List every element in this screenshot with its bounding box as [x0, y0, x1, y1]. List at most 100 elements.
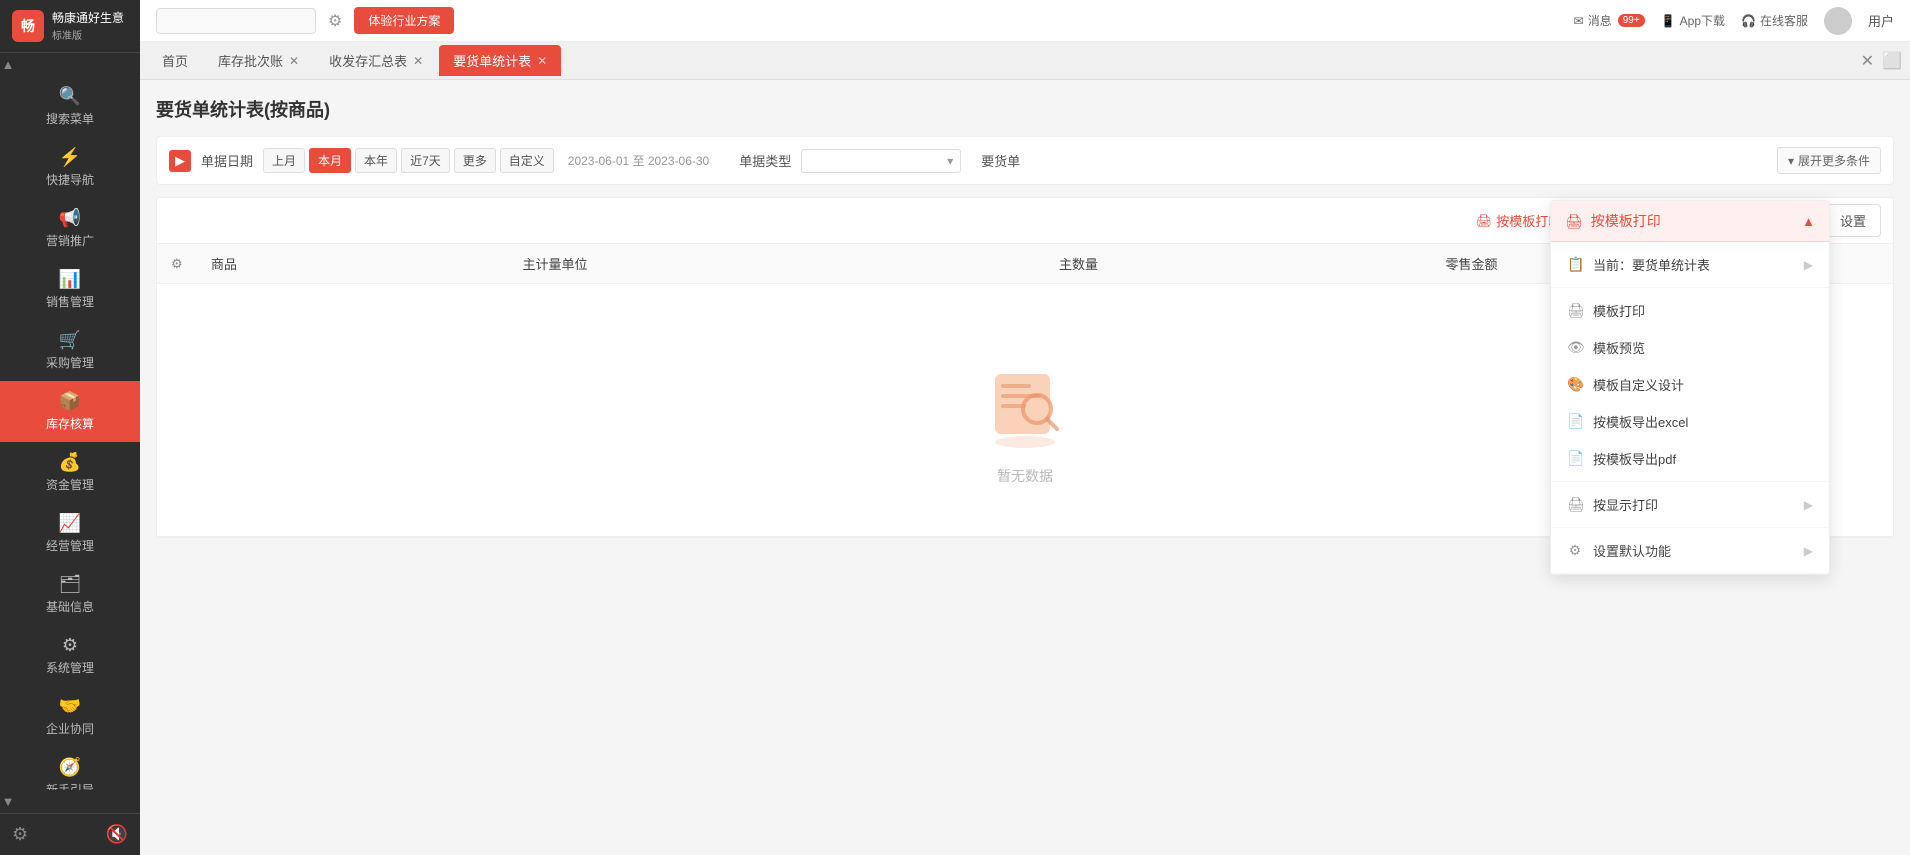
- topbar-gear-icon[interactable]: ⚙: [328, 11, 342, 31]
- sidebar-item-label: 基础信息: [46, 598, 94, 615]
- date-btn-last-month[interactable]: 上月: [263, 148, 305, 173]
- col-unit: 主计量单位: [509, 244, 1045, 284]
- display-print-label: 按显示打印: [1593, 495, 1658, 514]
- sidebar-scroll-down[interactable]: ▼: [0, 790, 16, 813]
- purchase-icon: 🛒: [59, 330, 81, 351]
- tab-summary[interactable]: 收发存汇总表 ✕: [315, 45, 437, 76]
- dropdown-template-section: 🖨 模板打印 👁 模板预览 🎨 模板自定义设计 📄 按模板导出excel 📄: [1551, 288, 1829, 482]
- app-download-btn[interactable]: 📱 App下载: [1661, 12, 1725, 29]
- dropdown-title: 按模板打印: [1591, 211, 1661, 231]
- service-btn[interactable]: 🎧 在线客服: [1741, 12, 1808, 29]
- sidebar-item-basic[interactable]: 🗂 基础信息: [0, 564, 140, 625]
- template-preview-icon: 👁: [1567, 339, 1583, 356]
- trial-btn[interactable]: 体验行业方案: [354, 7, 454, 34]
- sidebar-item-finance[interactable]: 💰 资金管理: [0, 442, 140, 503]
- guide-icon: 🧭: [59, 757, 81, 778]
- print-icon: 🖨: [1476, 213, 1493, 229]
- marketing-icon: 📢: [59, 208, 81, 229]
- settings-icon[interactable]: ⚙: [12, 824, 28, 845]
- display-print-icon: 🖨: [1567, 496, 1583, 513]
- inventory-icon: 📦: [59, 391, 81, 412]
- date-btn-7days[interactable]: 近7天: [401, 148, 450, 173]
- order-items-label: 要货单: [981, 151, 1020, 170]
- order-type-select[interactable]: [801, 149, 961, 173]
- basic-icon: 🗂: [59, 574, 82, 595]
- collab-icon: 🤝: [59, 696, 81, 717]
- date-btn-this-month[interactable]: 本月: [309, 148, 351, 173]
- empty-icon: [975, 354, 1075, 454]
- dropdown-template-excel[interactable]: 📄 按模板导出excel: [1551, 403, 1829, 440]
- system-icon: ⚙: [62, 635, 78, 656]
- dropdown-template-design[interactable]: 🎨 模板自定义设计: [1551, 366, 1829, 403]
- sidebar-item-label: 经营管理: [46, 537, 94, 554]
- expand-more-btn[interactable]: ▾ 展开更多条件: [1777, 147, 1881, 174]
- sidebar-item-label: 企业协同: [46, 720, 94, 737]
- app-icon: 📱: [1661, 14, 1676, 28]
- tab-close-all[interactable]: ✕: [1861, 51, 1874, 71]
- sidebar-bottom: ⚙ 🔇: [0, 813, 140, 855]
- tab-close-batch[interactable]: ✕: [289, 54, 299, 68]
- current-arrow: ▶: [1804, 258, 1813, 272]
- sidebar-item-search[interactable]: 🔍 搜索菜单: [0, 76, 140, 137]
- sidebar-item-marketing[interactable]: 📢 营销推广: [0, 198, 140, 259]
- tab-close-summary[interactable]: ✕: [413, 54, 423, 68]
- col-qty: 主数量: [1045, 244, 1432, 284]
- sidebar-item-system[interactable]: ⚙ 系统管理: [0, 625, 140, 686]
- template-preview-label: 模板预览: [1593, 338, 1645, 357]
- topbar-right: ✉ 消息 99+ 📱 App下载 🎧 在线客服 用户: [1574, 7, 1894, 35]
- date-label: 单据日期: [201, 151, 253, 170]
- dropdown-collapse-icon: ▲: [1802, 214, 1815, 229]
- dropdown-display-print[interactable]: 🖨 按显示打印 ▶: [1551, 486, 1829, 523]
- sidebar-item-label: 库存核算: [46, 415, 94, 432]
- date-btn-more[interactable]: 更多: [454, 148, 496, 173]
- sidebar-item-label: 销售管理: [46, 293, 94, 310]
- sidebar: 畅 畅康通好生意 标准版 ▲ 🔍 搜索菜单 ⚡ 快捷导航 📢 营销推广 📊 销售…: [0, 0, 140, 855]
- table-gear-icon[interactable]: ⚙: [171, 256, 183, 271]
- tab-expand[interactable]: ⬜: [1882, 51, 1902, 71]
- sidebar-scroll-up[interactable]: ▲: [0, 53, 16, 76]
- default-func-label: 设置默认功能: [1593, 541, 1671, 560]
- message-btn[interactable]: ✉ 消息 99+: [1574, 12, 1645, 29]
- dropdown-template-print[interactable]: 🖨 模板打印: [1551, 292, 1829, 329]
- filter-row-1: ▶ 单据日期 上月 本月 本年 近7天 更多 自定义 2023-06-01 至 …: [169, 147, 1881, 174]
- sidebar-item-label: 采购管理: [46, 354, 94, 371]
- sidebar-item-purchase[interactable]: 🛒 采购管理: [0, 320, 140, 381]
- date-btns: 上月 本月 本年 近7天 更多 自定义: [263, 148, 554, 173]
- default-func-arrow: ▶: [1804, 544, 1813, 558]
- sidebar-item-quick[interactable]: ⚡ 快捷导航: [0, 137, 140, 198]
- logo-icon: 畅: [12, 10, 44, 42]
- date-btn-custom[interactable]: 自定义: [500, 148, 554, 173]
- sidebar-item-label: 搜索菜单: [46, 110, 94, 127]
- expand-label: 展开更多条件: [1798, 152, 1870, 169]
- sidebar-item-guide[interactable]: 🧭 新手引导: [0, 747, 140, 790]
- sidebar-nav: 🔍 搜索菜单 ⚡ 快捷导航 📢 营销推广 📊 销售管理 🛒 采购管理 📦 库存核…: [0, 76, 140, 790]
- topbar-search-input[interactable]: [156, 8, 316, 34]
- dropdown-default-func[interactable]: ⚙ 设置默认功能 ▶: [1551, 532, 1829, 569]
- dropdown-template-preview[interactable]: 👁 模板预览: [1551, 329, 1829, 366]
- sidebar-item-collab[interactable]: 🤝 企业协同: [0, 686, 140, 747]
- dropdown-template-pdf[interactable]: 📄 按模板导出pdf: [1551, 440, 1829, 477]
- sidebar-item-label: 资金管理: [46, 476, 94, 493]
- display-print-arrow: ▶: [1804, 498, 1813, 512]
- tab-home[interactable]: 首页: [148, 45, 202, 76]
- settings-btn[interactable]: 设置: [1825, 204, 1881, 237]
- audio-icon[interactable]: 🔇: [106, 824, 128, 845]
- search-icon: 🔍: [59, 86, 81, 107]
- template-excel-label: 按模板导出excel: [1593, 412, 1688, 431]
- dropdown-header[interactable]: 🖨 按模板打印 ▲: [1551, 201, 1829, 242]
- finance-icon: 💰: [59, 452, 81, 473]
- tabbar: 首页 库存批次账 ✕ 收发存汇总表 ✕ 要货单统计表 ✕ ✕ ⬜: [140, 42, 1910, 80]
- sidebar-item-operation[interactable]: 📈 经营管理: [0, 503, 140, 564]
- tab-order-stat[interactable]: 要货单统计表 ✕: [439, 45, 561, 76]
- order-type-select-wrapper: [801, 149, 961, 173]
- sidebar-item-inventory[interactable]: 📦 库存核算: [0, 381, 140, 442]
- col-check: ⚙: [157, 244, 197, 284]
- sidebar-item-sales[interactable]: 📊 销售管理: [0, 259, 140, 320]
- service-icon: 🎧: [1741, 14, 1756, 28]
- avatar[interactable]: [1824, 7, 1852, 35]
- dropdown-current-item[interactable]: 📋 模板打印 当前：要货单统计表 ▶: [1551, 246, 1829, 283]
- tab-close-order-stat[interactable]: ✕: [537, 54, 547, 68]
- tab-batch[interactable]: 库存批次账 ✕: [204, 45, 313, 76]
- date-btn-this-year[interactable]: 本年: [355, 148, 397, 173]
- filter-toggle-btn[interactable]: ▶: [169, 150, 191, 172]
